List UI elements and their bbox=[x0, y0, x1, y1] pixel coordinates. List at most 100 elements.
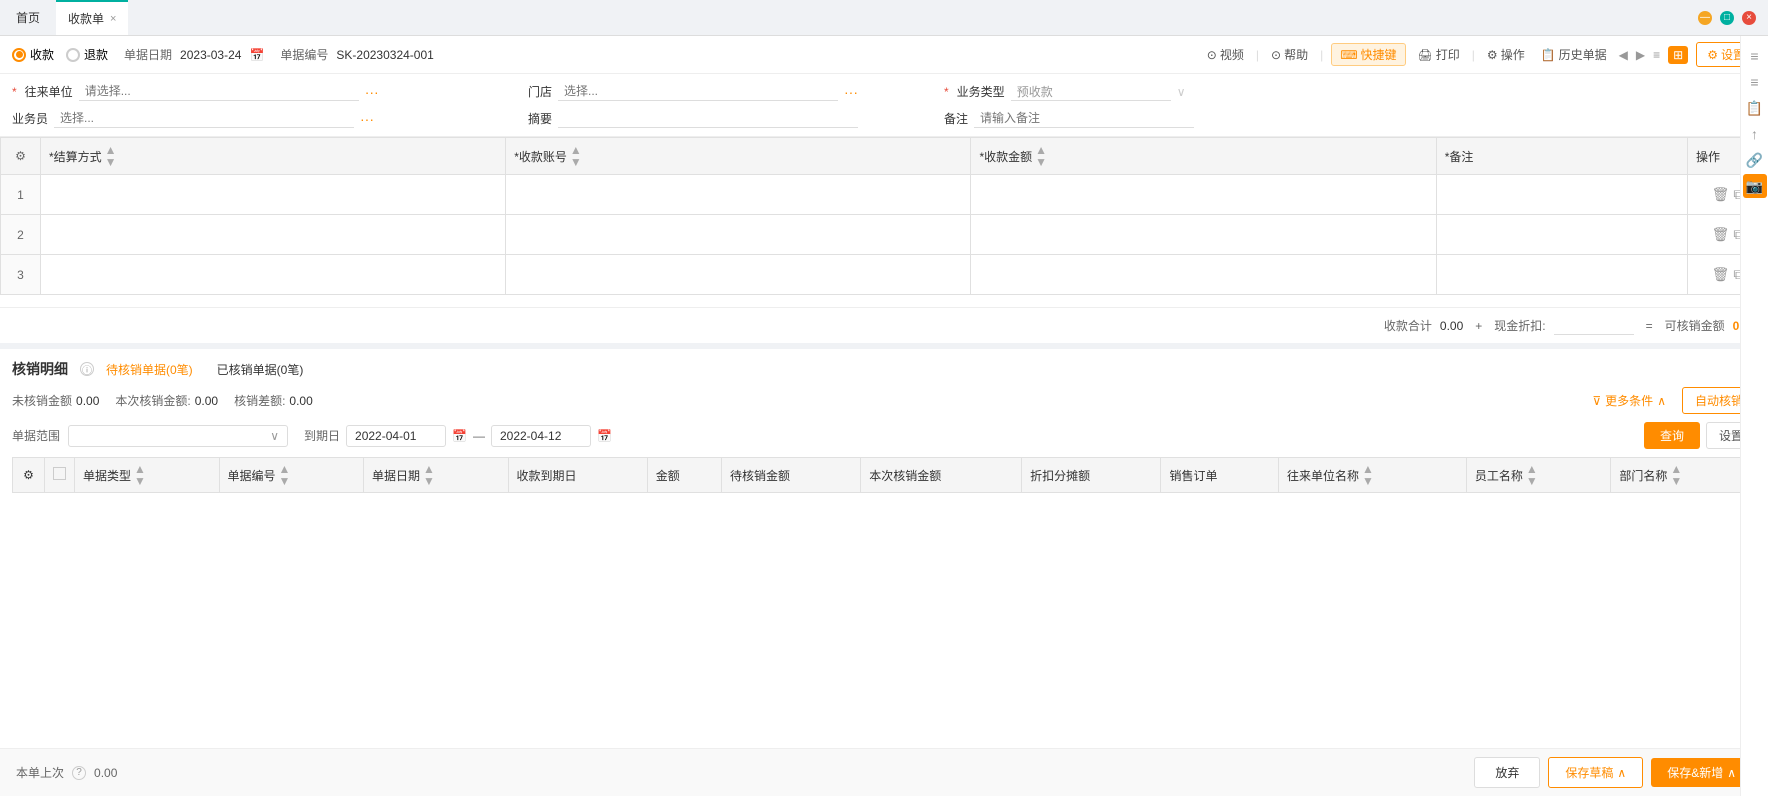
row-1-amount[interactable] bbox=[971, 175, 1436, 215]
draft-button[interactable]: 保存草稿 ∧ bbox=[1548, 757, 1643, 788]
filter-row: 单据范围 ∨ 到期日 📅 — 📅 查询 设置 bbox=[12, 422, 1756, 449]
row-3-account[interactable] bbox=[506, 255, 971, 295]
counterpart-more-btn[interactable]: ··· bbox=[365, 84, 379, 100]
sidebar-icon-4[interactable]: ↑ bbox=[1743, 122, 1767, 146]
row-2-account[interactable] bbox=[506, 215, 971, 255]
row-3-remark[interactable] bbox=[1436, 255, 1687, 295]
row-1-delete-icon[interactable]: 🗑 bbox=[1712, 186, 1730, 203]
save-new-button[interactable]: 保存&新增 ∧ bbox=[1651, 758, 1752, 787]
nav-prev[interactable]: ◀ bbox=[1619, 48, 1628, 62]
sidebar-icon-2[interactable]: ≡ bbox=[1743, 70, 1767, 94]
minimize-button[interactable]: — bbox=[1698, 11, 1712, 25]
staff-field: 业务员 ··· bbox=[12, 109, 512, 128]
query-button[interactable]: 查询 bbox=[1644, 422, 1700, 449]
business-type-input[interactable] bbox=[1011, 82, 1171, 101]
row-2-settlement[interactable] bbox=[41, 215, 506, 255]
footer-info-icon[interactable]: ? bbox=[72, 766, 86, 780]
calendar-from-icon[interactable]: 📅 bbox=[452, 429, 467, 443]
business-type-field: * 业务类型 ∨ bbox=[944, 82, 1756, 101]
diff-label: 核销差额: bbox=[234, 392, 285, 409]
row-3-amount[interactable] bbox=[971, 255, 1436, 295]
counterpart-input[interactable] bbox=[79, 82, 359, 101]
sort-icon-settlement[interactable]: ▲▼ bbox=[105, 144, 117, 168]
table-header-settlement: *结算方式 ▲▼ bbox=[41, 138, 506, 175]
sort-icon-account[interactable]: ▲▼ bbox=[570, 144, 582, 168]
footer: 本单上次 ? 0.00 放弃 保存草稿 ∧ 保存&新增 ∧ bbox=[0, 748, 1768, 796]
business-type-dropdown[interactable]: ∨ bbox=[1177, 85, 1186, 99]
recon-stats: 未核销金额 0.00 本次核销金额: 0.00 核销差额: 0.00 ⊽ 更多条… bbox=[12, 387, 1756, 414]
store-input[interactable] bbox=[558, 82, 838, 101]
sort-icon-staff[interactable]: ▲▼ bbox=[1526, 463, 1538, 487]
remark-input[interactable] bbox=[974, 109, 1194, 128]
maximize-button[interactable]: □ bbox=[1720, 11, 1734, 25]
staff-input[interactable] bbox=[54, 109, 354, 128]
recon-info-icon[interactable]: ⓘ bbox=[80, 362, 94, 376]
row-3-settlement[interactable] bbox=[41, 255, 506, 295]
recon-col-docno: 单据编号 ▲▼ bbox=[219, 458, 364, 493]
view-list-icon[interactable]: ≡ bbox=[1653, 48, 1660, 62]
scope-dropdown[interactable]: ∨ bbox=[68, 425, 288, 447]
radio-receive[interactable]: 收款 bbox=[12, 46, 54, 63]
row-2-amount[interactable] bbox=[971, 215, 1436, 255]
video-btn[interactable]: ⊙ 视频 bbox=[1203, 44, 1248, 65]
sidebar-icon-5[interactable]: 🔗 bbox=[1743, 148, 1767, 172]
window-close-button[interactable]: × bbox=[1742, 11, 1756, 25]
store-field: 门店 ··· bbox=[528, 82, 928, 101]
toolbar-right: ⊙ 视频 | ⊙ 帮助 | ⌨ 快捷键 🖨 打印 | ⚙ 操作 bbox=[1203, 42, 1756, 67]
sort-icon-date[interactable]: ▲▼ bbox=[423, 463, 435, 487]
recon-col-discount: 折扣分摊额 bbox=[1022, 458, 1161, 493]
store-more-btn[interactable]: ··· bbox=[844, 84, 858, 100]
operation-btn[interactable]: ⚙ 操作 bbox=[1483, 44, 1529, 65]
sidebar-icon-6[interactable]: 📷 bbox=[1743, 174, 1767, 198]
col-type-label: 单据类型 bbox=[83, 467, 131, 484]
staff-more-btn[interactable]: ··· bbox=[360, 111, 374, 127]
nav-next[interactable]: ▶ bbox=[1636, 48, 1645, 62]
col-staff-label: 员工名称 bbox=[1475, 467, 1523, 484]
more-conditions-btn[interactable]: ⊽ 更多条件 ∧ bbox=[1592, 392, 1666, 409]
tab-home[interactable]: 首页 bbox=[0, 0, 56, 35]
sort-icon-docno[interactable]: ▲▼ bbox=[279, 463, 291, 487]
discount-input[interactable] bbox=[1554, 316, 1634, 335]
discard-button[interactable]: 放弃 bbox=[1474, 757, 1540, 788]
row-2-remark[interactable] bbox=[1436, 215, 1687, 255]
row-1-account[interactable] bbox=[506, 175, 971, 215]
sidebar-icon-1[interactable]: ≡ bbox=[1743, 44, 1767, 68]
recon-col-counterpart: 往来单位名称 ▲▼ bbox=[1279, 458, 1467, 493]
tab-close-icon[interactable]: × bbox=[110, 13, 116, 25]
summary-input[interactable] bbox=[558, 109, 858, 128]
tab-done[interactable]: 已核销单据(0笔) bbox=[217, 361, 304, 378]
calendar-icon[interactable]: 📅 bbox=[249, 48, 264, 62]
sort-icon-amount[interactable]: ▲▼ bbox=[1035, 144, 1047, 168]
recon-select-all[interactable] bbox=[53, 467, 66, 480]
shortcut-btn[interactable]: ⌨ 快捷键 bbox=[1331, 43, 1405, 66]
date-to-input[interactable] bbox=[491, 425, 591, 447]
radio-refund[interactable]: 退款 bbox=[66, 46, 108, 63]
date-separator: — bbox=[473, 429, 485, 443]
recon-gear-icon[interactable]: ⚙ bbox=[23, 468, 34, 482]
sidebar-icon-3[interactable]: 📋 bbox=[1743, 96, 1767, 120]
summary-field: 摘要 bbox=[528, 109, 928, 128]
sort-icon-counterpart[interactable]: ▲▼ bbox=[1362, 463, 1374, 487]
history-btn[interactable]: 📋 历史单据 bbox=[1537, 44, 1611, 65]
sort-icon-dept[interactable]: ▲▼ bbox=[1670, 463, 1682, 487]
doc-no-value[interactable]: SK-20230324-001 bbox=[336, 48, 433, 62]
row-3-delete-icon[interactable]: 🗑 bbox=[1712, 266, 1730, 283]
view-grid-icon[interactable]: ⊞ bbox=[1668, 46, 1688, 64]
remark-label: 备注 bbox=[944, 110, 968, 127]
calendar-to-icon[interactable]: 📅 bbox=[597, 429, 612, 443]
sort-icon-type[interactable]: ▲▼ bbox=[134, 463, 146, 487]
row-1-settlement[interactable] bbox=[41, 175, 506, 215]
recon-header-gear[interactable]: ⚙ bbox=[13, 458, 45, 493]
date-from-input[interactable] bbox=[346, 425, 446, 447]
tab-pending[interactable]: 待核销单据(0笔) bbox=[106, 361, 193, 378]
help-btn[interactable]: ⊙ 帮助 bbox=[1267, 44, 1312, 65]
table-header-settings[interactable]: ⚙ bbox=[1, 138, 41, 175]
reconciliation-section: 核销明细 ⓘ 待核销单据(0笔) 已核销单据(0笔) 未核销金额 0.00 本次… bbox=[0, 343, 1768, 503]
print-btn[interactable]: 🖨 打印 bbox=[1414, 44, 1464, 65]
row-2-delete-icon[interactable]: 🗑 bbox=[1712, 226, 1730, 243]
table-gear-icon[interactable]: ⚙ bbox=[15, 149, 26, 163]
doc-date-value[interactable]: 2023-03-24 bbox=[180, 48, 241, 62]
diff-stat: 核销差额: 0.00 bbox=[234, 392, 313, 409]
tab-receipt[interactable]: 收款单 × bbox=[56, 0, 128, 35]
row-1-remark[interactable] bbox=[1436, 175, 1687, 215]
